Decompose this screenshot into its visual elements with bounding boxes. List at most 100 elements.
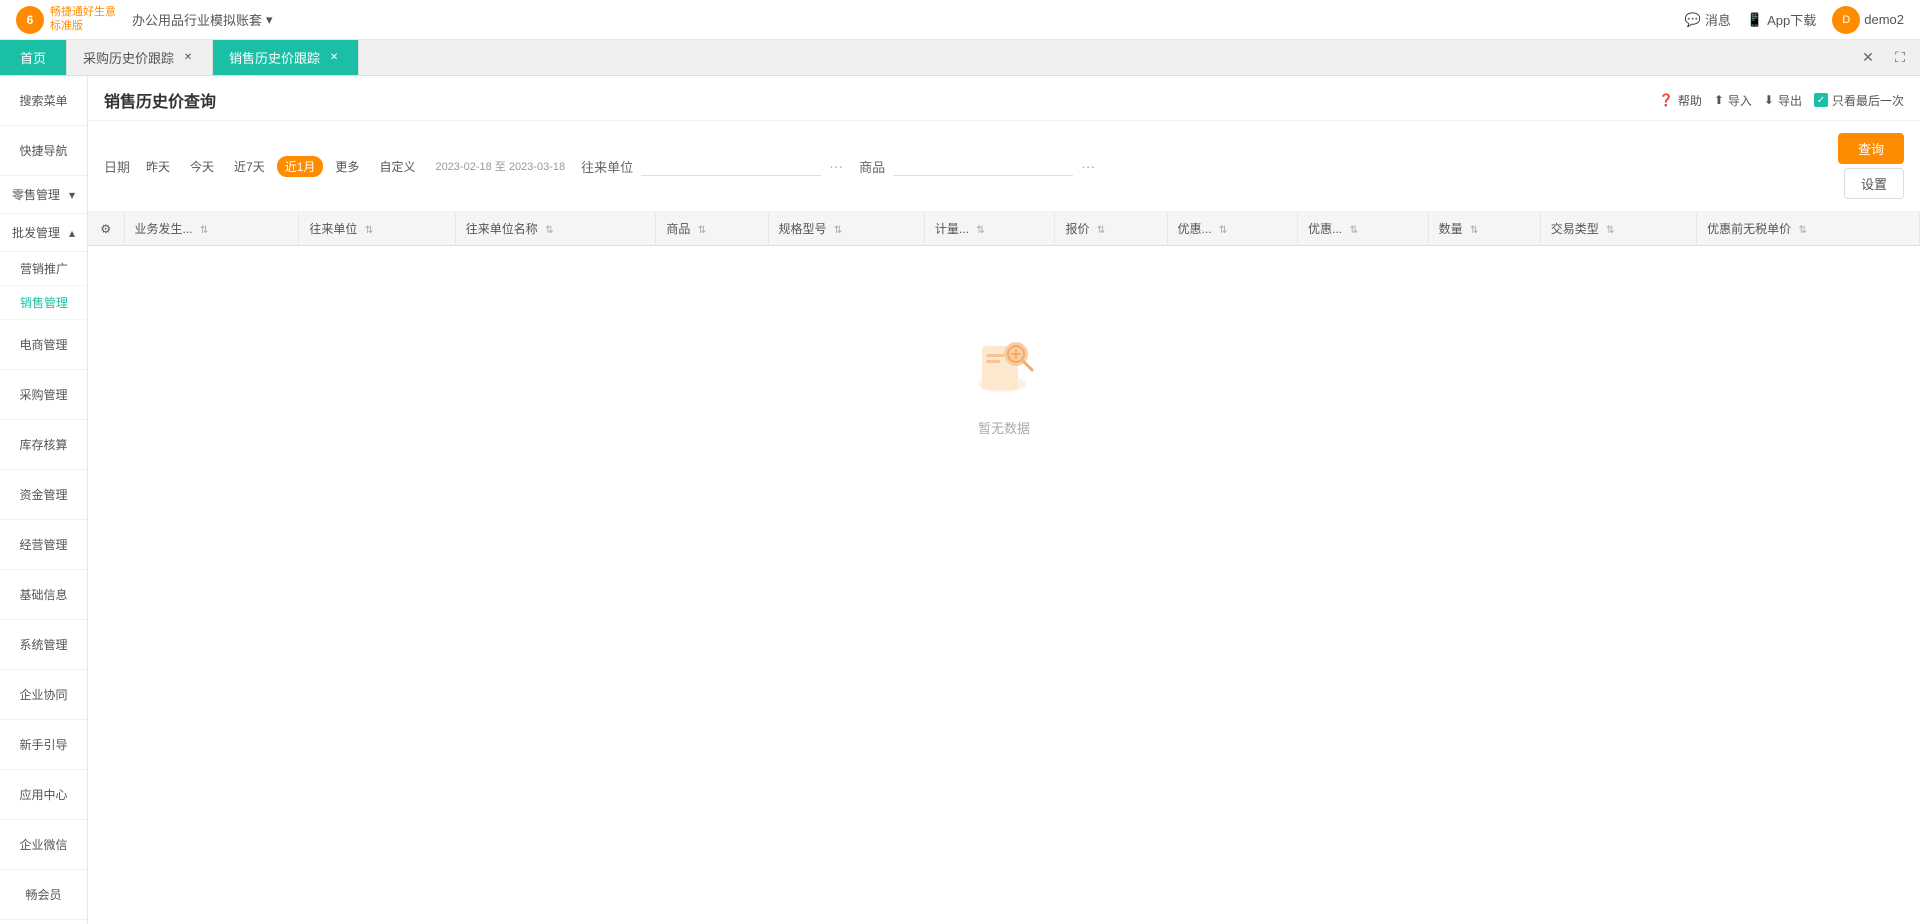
sort-spec: ⇅ — [834, 225, 842, 236]
partner-dots[interactable]: ··· — [829, 158, 843, 174]
content-area: 销售历史价查询 ❓ 帮助 ⬆ 导入 ⬇ 导出 ✓ — [88, 76, 1920, 924]
page-actions: ❓ 帮助 ⬆ 导入 ⬇ 导出 ✓ 只看最后一次 — [1659, 92, 1904, 109]
date-btn-custom[interactable]: 自定义 — [371, 156, 423, 177]
col-pre-tax[interactable]: 优惠前无税单价 ⇅ — [1697, 212, 1920, 246]
sidebar-item-enterprise[interactable]: 企业协同 — [0, 670, 87, 720]
date-range-text: 2023-02-18 至 2023-03-18 — [435, 158, 565, 174]
date-btn-last1m[interactable]: 近1月 — [277, 156, 324, 177]
col-qty[interactable]: 数量 ⇅ — [1428, 212, 1540, 246]
col-settings[interactable]: ⚙ — [88, 212, 124, 246]
header-left: 6 畅捷通好生意 标准版 办公用品行业模拟账套 ▾ — [16, 6, 281, 34]
tab-sales-label: 销售历史价跟踪 — [229, 48, 320, 67]
date-btn-today[interactable]: 今天 — [182, 156, 222, 177]
top-header: 6 畅捷通好生意 标准版 办公用品行业模拟账套 ▾ 💬 消息 📱 App下载 D… — [0, 0, 1920, 40]
only-last-checkbox[interactable]: ✓ — [1814, 93, 1828, 107]
date-label: 日期 — [104, 157, 130, 176]
sidebar-item-retail[interactable]: 零售管理 ▾ — [0, 176, 87, 214]
col-partner-name[interactable]: 往来单位名称 ⇅ — [455, 212, 656, 246]
search-menu-label: 搜索菜单 — [19, 92, 67, 109]
sidebar-subitem-sales-mgmt[interactable]: 销售管理 — [0, 286, 87, 320]
sort-discount1: ⇅ — [1219, 225, 1227, 236]
sidebar-item-purchase[interactable]: 采购管理 — [0, 370, 87, 420]
tab-close-all-btn[interactable]: ✕ — [1856, 46, 1880, 70]
sidebar-item-wholesale[interactable]: 批发管理 ▴ — [0, 214, 87, 252]
sort-biz-date: ⇅ — [200, 225, 208, 236]
col-partner-code[interactable]: 往来单位 ⇅ — [299, 212, 455, 246]
sidebar-item-search-menu[interactable]: 搜索菜单 — [0, 76, 87, 126]
account-selector[interactable]: 办公用品行业模拟账套 ▾ — [124, 6, 281, 33]
date-btn-more[interactable]: 更多 — [327, 156, 367, 177]
goods-input[interactable] — [893, 157, 1073, 176]
table-container: ⚙ 业务发生... ⇅ 往来单位 ⇅ 往来单位名称 — [88, 212, 1920, 924]
sort-qty: ⇅ — [1470, 225, 1478, 236]
data-table: ⚙ 业务发生... ⇅ 往来单位 ⇅ 往来单位名称 — [88, 212, 1920, 246]
settings-button[interactable]: 设置 — [1844, 168, 1904, 199]
sidebar-item-app-center[interactable]: 应用中心 — [0, 770, 87, 820]
wholesale-label: 批发管理 — [12, 224, 60, 241]
logo-icon: 6 — [16, 6, 44, 34]
sidebar-item-system[interactable]: 系统管理 — [0, 620, 87, 670]
col-discount2[interactable]: 优惠... ⇅ — [1298, 212, 1429, 246]
partner-input[interactable] — [641, 157, 821, 176]
wholesale-arrow: ▴ — [69, 226, 75, 240]
tab-maximize-btn[interactable]: ⛶ — [1888, 46, 1912, 70]
page-container: 销售历史价查询 ❓ 帮助 ⬆ 导入 ⬇ 导出 ✓ — [88, 76, 1920, 924]
export-btn[interactable]: ⬇ 导出 — [1764, 92, 1802, 109]
help-btn[interactable]: ❓ 帮助 — [1659, 92, 1702, 109]
sort-goods: ⇅ — [698, 225, 706, 236]
empty-state: 暂无数据 — [88, 246, 1920, 517]
sidebar-item-ecommerce[interactable]: 电商管理 — [0, 320, 87, 370]
sidebar-item-inventory[interactable]: 库存核算 — [0, 420, 87, 470]
only-last-checkbox-area[interactable]: ✓ 只看最后一次 — [1814, 92, 1904, 109]
import-btn[interactable]: ⬆ 导入 — [1714, 92, 1752, 109]
sidebar-item-guide[interactable]: 新手引导 — [0, 720, 87, 770]
col-trade-type[interactable]: 交易类型 ⇅ — [1540, 212, 1696, 246]
sidebar-item-operations[interactable]: 经营管理 — [0, 520, 87, 570]
sidebar-item-finance[interactable]: 资金管理 — [0, 470, 87, 520]
avatar: D — [1832, 6, 1860, 34]
tab-sales-history[interactable]: 销售历史价跟踪 ✕ — [213, 40, 359, 75]
col-goods[interactable]: 商品 ⇅ — [656, 212, 768, 246]
gear-icon: ⚙ — [100, 222, 111, 236]
sort-discount2: ⇅ — [1349, 225, 1357, 236]
sidebar-item-quick-nav[interactable]: 快捷导航 — [0, 126, 87, 176]
import-icon: ⬆ — [1714, 93, 1724, 107]
export-icon: ⬇ — [1764, 93, 1774, 107]
logo-text: 畅捷通好生意 标准版 — [50, 6, 116, 32]
tab-purchase-history[interactable]: 采购历史价跟踪 ✕ — [67, 40, 213, 75]
date-btn-yesterday[interactable]: 昨天 — [138, 156, 178, 177]
tab-bar: 首页 采购历史价跟踪 ✕ 销售历史价跟踪 ✕ ✕ ⛶ — [0, 40, 1920, 76]
sidebar-subitem-marketing[interactable]: 营销推广 — [0, 252, 87, 286]
tab-sales-close[interactable]: ✕ — [326, 50, 342, 66]
sort-pre-tax: ⇅ — [1798, 225, 1806, 236]
message-btn[interactable]: 💬 消息 — [1685, 10, 1731, 29]
col-unit[interactable]: 计量... ⇅ — [924, 212, 1055, 246]
sidebar-item-wechat[interactable]: 企业微信 — [0, 820, 87, 870]
filter-right: 查询 设置 — [1838, 133, 1904, 199]
col-biz-date[interactable]: 业务发生... ⇅ — [124, 212, 299, 246]
col-quote[interactable]: 报价 ⇅ — [1055, 212, 1167, 246]
table-header-row: ⚙ 业务发生... ⇅ 往来单位 ⇅ 往来单位名称 — [88, 212, 1920, 246]
tab-home[interactable]: 首页 — [0, 40, 67, 75]
goods-dots[interactable]: ··· — [1081, 158, 1095, 174]
phone-icon: 📱 — [1747, 12, 1763, 28]
sort-partner-code: ⇅ — [365, 225, 373, 236]
sort-trade-type: ⇅ — [1606, 225, 1614, 236]
header-right: 💬 消息 📱 App下载 D demo2 — [1685, 6, 1904, 34]
sidebar-item-member[interactable]: 畅会员 — [0, 870, 87, 920]
app-download-btn[interactable]: 📱 App下载 — [1747, 10, 1816, 29]
date-options: 昨天 今天 近7天 近1月 更多 自定义 — [138, 156, 423, 177]
date-btn-last7[interactable]: 近7天 — [226, 156, 273, 177]
tab-purchase-label: 采购历史价跟踪 — [83, 48, 174, 67]
retail-arrow: ▾ — [69, 188, 75, 202]
empty-icon — [964, 326, 1044, 406]
col-spec[interactable]: 规格型号 ⇅ — [768, 212, 924, 246]
query-button[interactable]: 查询 — [1838, 133, 1904, 164]
empty-text: 暂无数据 — [978, 418, 1030, 437]
tab-home-label: 首页 — [20, 48, 46, 67]
user-area[interactable]: D demo2 — [1832, 6, 1904, 34]
tab-purchase-close[interactable]: ✕ — [180, 50, 196, 66]
partner-label: 往来单位 — [581, 157, 633, 176]
sidebar-item-basic-info[interactable]: 基础信息 — [0, 570, 87, 620]
col-discount1[interactable]: 优惠... ⇅ — [1167, 212, 1298, 246]
